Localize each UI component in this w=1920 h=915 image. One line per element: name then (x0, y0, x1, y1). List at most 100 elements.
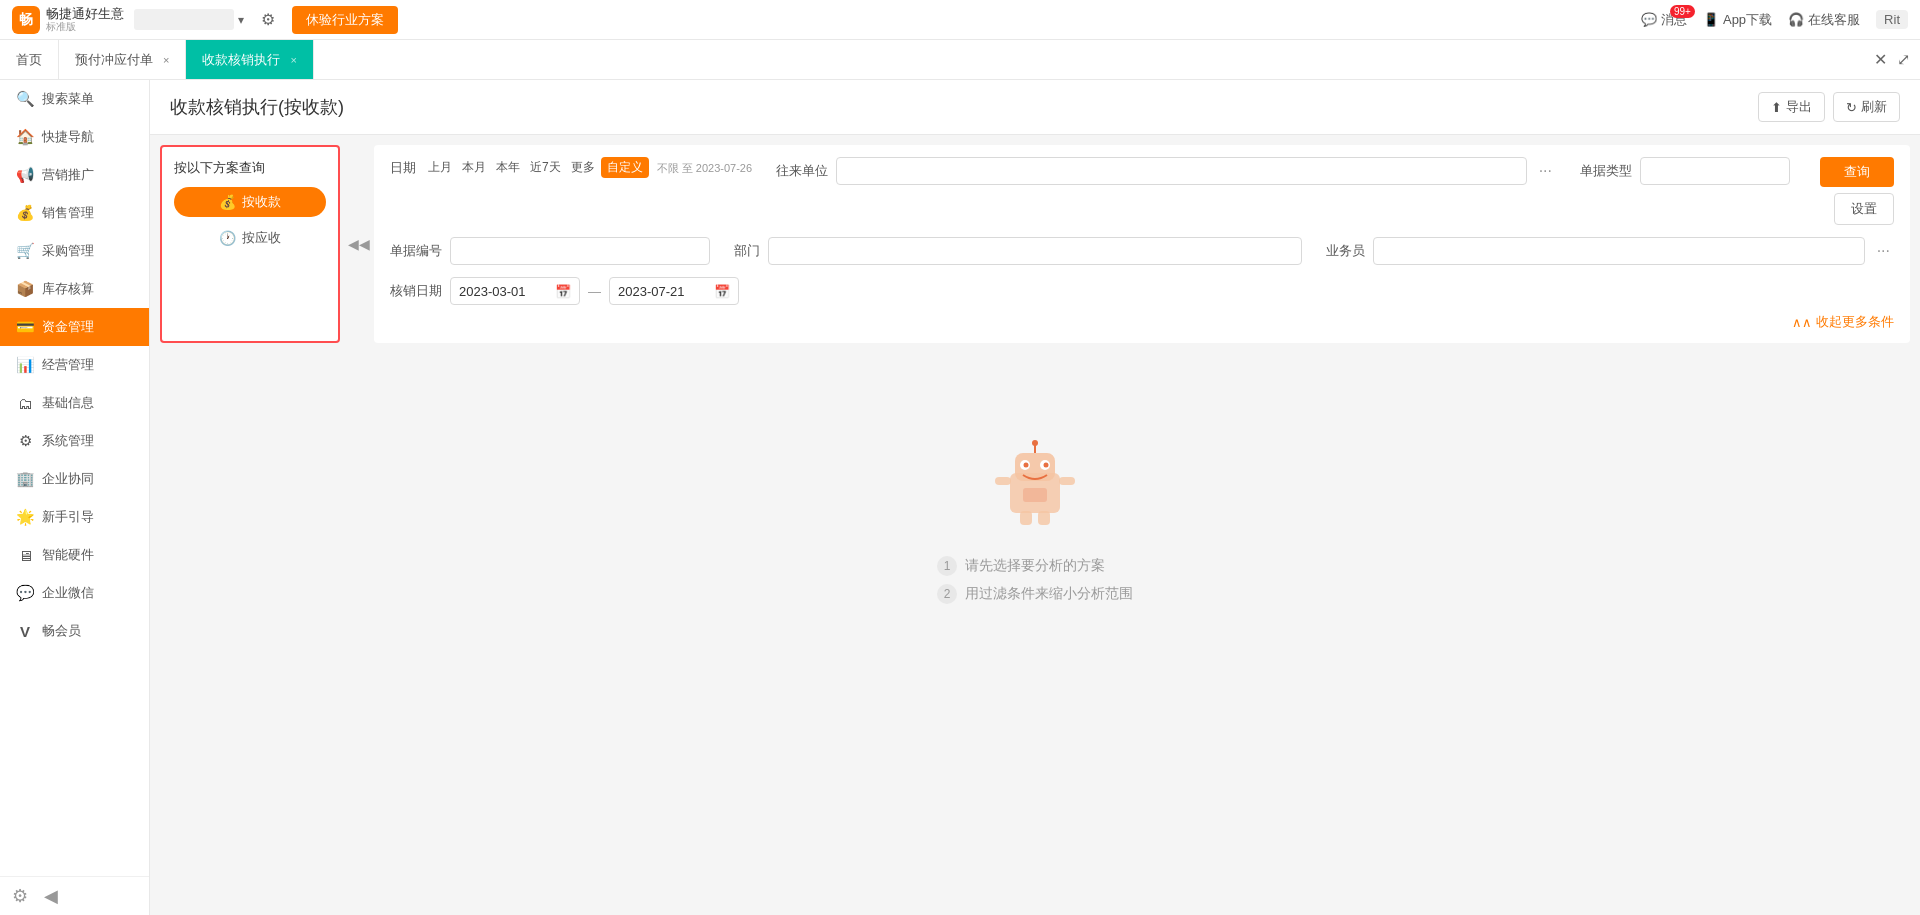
svg-rect-10 (1020, 511, 1032, 525)
sidebar-bottom: ⚙ ◀ (0, 876, 149, 915)
scheme-panel-title: 按以下方案查询 (174, 159, 326, 177)
filter-collapse-btn[interactable]: ◀◀ (344, 145, 374, 343)
calendar-icon-end: 📅 (714, 284, 730, 299)
bottom-settings-icon[interactable]: ⚙ (12, 885, 28, 907)
filter-doctype-field: 单据类型 (1580, 157, 1790, 185)
doctype-label: 单据类型 (1580, 162, 1632, 180)
page-actions: ⬆ 导出 ↻ 刷新 (1758, 92, 1900, 122)
sidebar-item-basic[interactable]: 🗂 基础信息 (0, 384, 149, 422)
tab-expand-icon[interactable]: ⤢ (1897, 50, 1910, 69)
message-button[interactable]: 💬 消息 99+ (1641, 11, 1687, 29)
empty-state: 1 请先选择要分析的方案 2 用过滤条件来缩小分析范围 (150, 353, 1920, 684)
main-layout: 🔍 搜索菜单 🏠 快捷导航 📢 营销推广 💰 销售管理 🛒 采购管理 📦 库存核… (0, 80, 1920, 915)
topbar-right: 💬 消息 99+ 📱 App下载 🎧 在线客服 Rit (1641, 10, 1908, 29)
date-btn-custom[interactable]: 自定义 (601, 157, 649, 178)
staff-label: 业务员 (1326, 242, 1365, 260)
date-label: 日期 (390, 159, 416, 177)
content-area: 收款核销执行(按收款) ⬆ 导出 ↻ 刷新 按以下方案查询 💰 按收款 (150, 80, 1920, 915)
tab-prepay[interactable]: 预付冲应付单 × (59, 40, 186, 79)
staff-input[interactable] (1373, 237, 1865, 265)
scheme-option-receipt[interactable]: 💰 按收款 (174, 187, 326, 217)
scheme-option-receivable[interactable]: 🕐 按应收 (174, 223, 326, 253)
verify-date-start-input[interactable]: 2023-03-01 📅 (450, 277, 580, 305)
solution-button[interactable]: 休验行业方案 (292, 6, 398, 34)
empty-robot-illustration (985, 433, 1085, 536)
counterpart-dots-icon[interactable]: ··· (1535, 162, 1556, 180)
page-header: 收款核销执行(按收款) ⬆ 导出 ↻ 刷新 (150, 80, 1920, 135)
brand-name: 畅捷通好生意 (46, 6, 124, 22)
inventory-icon: 📦 (16, 280, 34, 298)
sidebar-item-hardware[interactable]: 🖥 智能硬件 (0, 536, 149, 574)
bottom-collapse-icon[interactable]: ◀ (44, 885, 58, 907)
sidebar-item-marketing[interactable]: 📢 营销推广 (0, 156, 149, 194)
basic-icon: 🗂 (16, 395, 34, 412)
sidebar-item-purchase[interactable]: 🛒 采购管理 (0, 232, 149, 270)
filter-form: 日期 上月 本月 本年 近7天 更多 自定义 不限 至 2023-07-26 (374, 145, 1910, 343)
online-service-button[interactable]: 🎧 在线客服 (1788, 11, 1860, 29)
sidebar-item-search[interactable]: 🔍 搜索菜单 (0, 80, 149, 118)
verify-date-end-input[interactable]: 2023-07-21 📅 (609, 277, 739, 305)
sidebar-item-enterprise[interactable]: 🏢 企业协同 (0, 460, 149, 498)
counterpart-input[interactable] (836, 157, 1527, 185)
date-btn-more[interactable]: 更多 (567, 157, 599, 178)
brand: 畅 畅捷通好生意 标准版 (12, 6, 124, 34)
message-icon: 💬 (1641, 12, 1657, 27)
dept-label: 部门 (734, 242, 760, 260)
date-btn-this-year[interactable]: 本年 (492, 157, 524, 178)
wechat-icon: 💬 (16, 584, 34, 602)
date-btn-this-month[interactable]: 本月 (458, 157, 490, 178)
export-icon: ⬆ (1771, 100, 1782, 115)
sidebar-item-shortcuts[interactable]: 🏠 快捷导航 (0, 118, 149, 156)
date-btn-last-month[interactable]: 上月 (424, 157, 456, 178)
query-button[interactable]: 查询 (1820, 157, 1894, 187)
sidebar-item-newbie[interactable]: 🌟 新手引导 (0, 498, 149, 536)
docno-input[interactable] (450, 237, 710, 265)
date-btn-7days[interactable]: 近7天 (526, 157, 565, 178)
filter-dept-field: 部门 (734, 237, 1302, 265)
filter-actions: 查询 设置 (1814, 157, 1894, 225)
sidebar-item-system[interactable]: ⚙ 系统管理 (0, 422, 149, 460)
svg-rect-7 (1059, 477, 1075, 485)
tab-home[interactable]: 首页 (0, 40, 59, 79)
setting-button[interactable]: 设置 (1834, 193, 1894, 225)
refresh-button[interactable]: ↻ 刷新 (1833, 92, 1900, 122)
receivable-icon: 🕐 (219, 230, 236, 246)
collapse-more-button[interactable]: ∧∧ 收起更多条件 (1792, 313, 1894, 331)
sidebar-item-business[interactable]: 📊 经营管理 (0, 346, 149, 384)
app-download-button[interactable]: 📱 App下载 (1703, 11, 1772, 29)
tip-num-1: 1 (937, 556, 957, 576)
collapse-more-row: ∧∧ 收起更多条件 (390, 313, 1894, 331)
marketing-icon: 📢 (16, 166, 34, 184)
filter-counterpart-field: 往来单位 ··· (776, 157, 1556, 185)
settings-icon[interactable]: ⚙ (254, 6, 282, 34)
tab-collection-verify[interactable]: 收款核销执行 × (186, 40, 313, 79)
tab-close-all-icon[interactable]: ✕ (1874, 50, 1887, 69)
tip-num-2: 2 (937, 584, 957, 604)
user-info[interactable]: Rit (1876, 10, 1908, 29)
receipt-icon: 💰 (219, 194, 236, 210)
counterpart-label: 往来单位 (776, 162, 828, 180)
export-button[interactable]: ⬆ 导出 (1758, 92, 1825, 122)
doctype-select[interactable] (1640, 157, 1790, 185)
dept-select[interactable] (768, 237, 1302, 265)
chevron-down-icon: ▾ (238, 13, 244, 27)
member-icon: V (16, 623, 34, 640)
sidebar-item-wechat[interactable]: 💬 企业微信 (0, 574, 149, 612)
svg-point-5 (1044, 463, 1049, 468)
topbar-dropdown[interactable]: ▾ (134, 9, 244, 30)
sidebar-item-member[interactable]: V 畅会员 (0, 612, 149, 650)
sidebar-item-finance[interactable]: 💳 资金管理 (0, 308, 149, 346)
search-icon: 🔍 (16, 90, 34, 108)
business-icon: 📊 (16, 356, 34, 374)
tabbar: 首页 预付冲应付单 × 收款核销执行 × ✕ ⤢ (0, 40, 1920, 80)
sidebar-item-inventory[interactable]: 📦 库存核算 (0, 270, 149, 308)
sidebar-item-sales[interactable]: 💰 销售管理 (0, 194, 149, 232)
brand-logo: 畅 (12, 6, 40, 34)
staff-dots-icon[interactable]: ··· (1873, 242, 1894, 260)
tab-collection-close[interactable]: × (290, 54, 296, 66)
svg-rect-12 (1023, 488, 1047, 502)
tab-prepay-close[interactable]: × (163, 54, 169, 66)
date-hint: 不限 至 2023-07-26 (657, 161, 752, 176)
empty-tip-2: 2 用过滤条件来缩小分析范围 (937, 584, 1133, 604)
refresh-icon: ↻ (1846, 100, 1857, 115)
